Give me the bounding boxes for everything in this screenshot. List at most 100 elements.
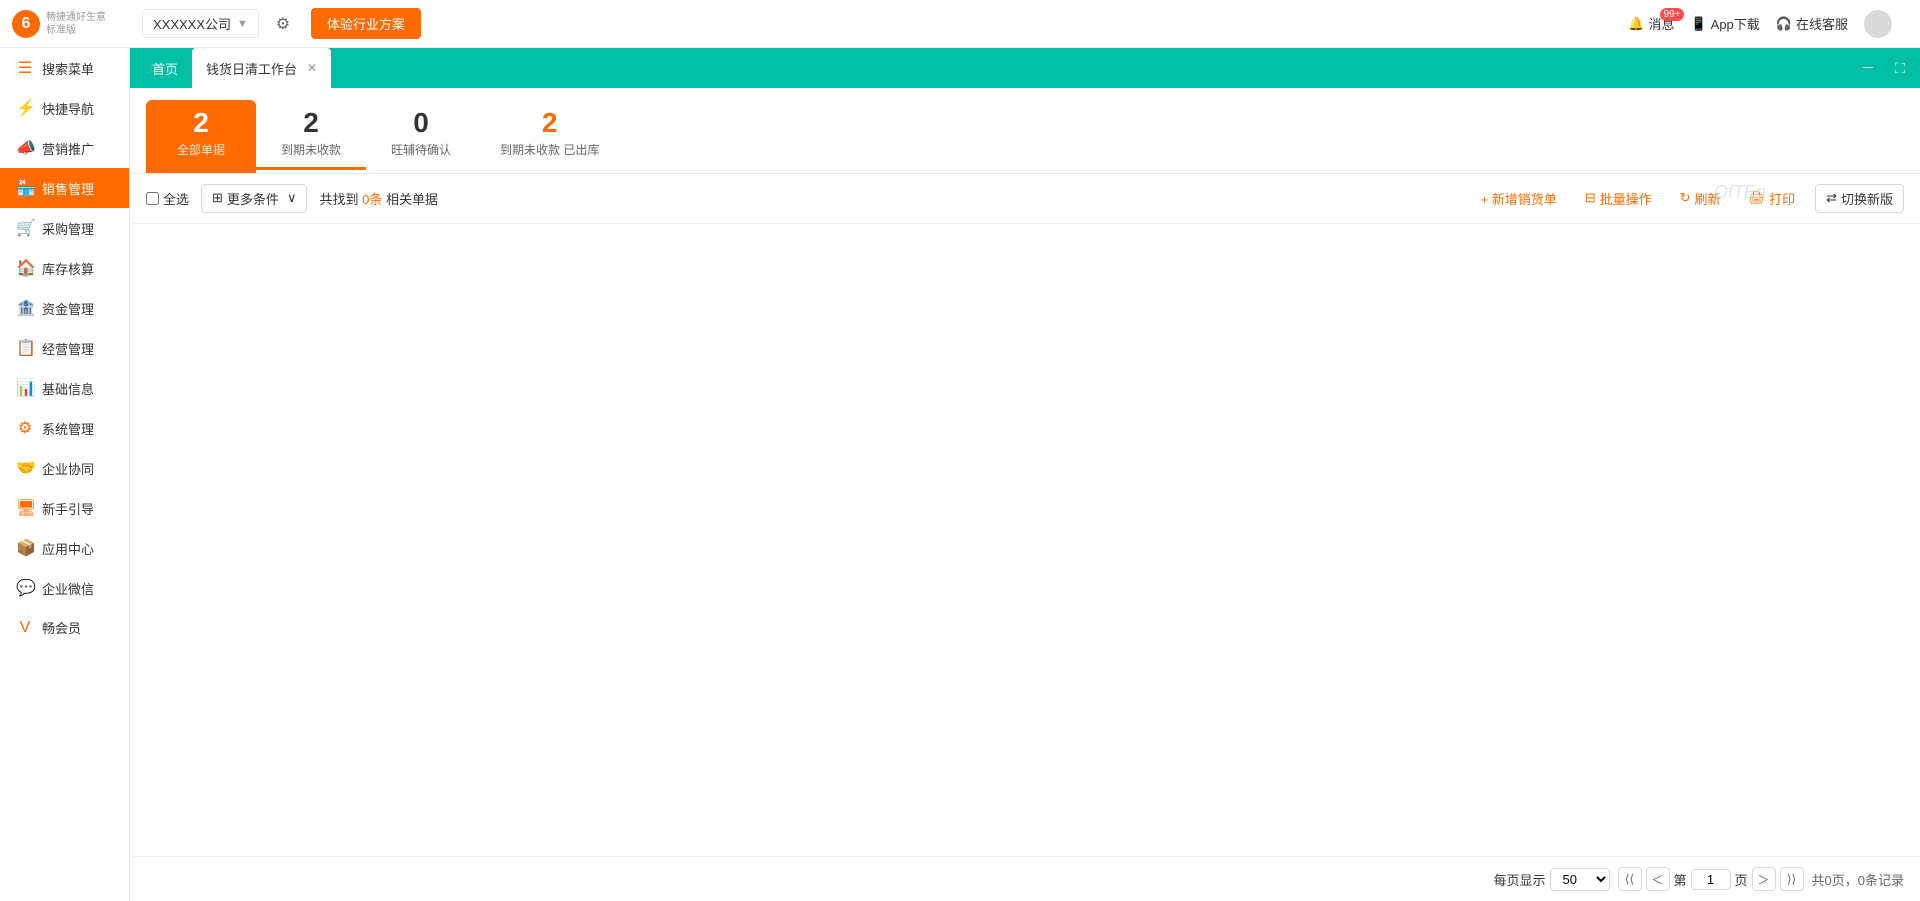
lightning-icon: ⚡ xyxy=(16,98,34,118)
found-prefix: 共找到 xyxy=(319,192,358,207)
sidebar-item-basic-info[interactable]: 📊 基础信息 xyxy=(0,368,129,408)
stats-tabs: 2 全部单据 2 到期未收款 0 旺辅待确认 2 到期未收款 已出库 xyxy=(130,88,1920,174)
bank-icon: 🏦 xyxy=(16,298,34,318)
logo-area: 6 畅捷通好生意 标准版 xyxy=(12,10,142,38)
tab-workbench[interactable]: 钱货日清工作台 ✕ xyxy=(192,48,331,88)
sidebar-item-search-menu[interactable]: ☰ 搜索菜单 xyxy=(0,48,129,88)
online-service-button[interactable]: 🎧 在线客服 xyxy=(1776,14,1848,33)
page-next-button[interactable]: ＞ xyxy=(1752,867,1776,891)
stat-tab-all[interactable]: 2 全部单据 xyxy=(146,100,256,173)
company-name: XXXXXX公司 xyxy=(153,14,231,33)
page-input[interactable] xyxy=(1691,869,1731,890)
app-download-button[interactable]: 📱 App下载 xyxy=(1690,14,1759,33)
page-size-select: 每页显示 10 20 50 100 xyxy=(1493,868,1609,891)
stat-tab-wangpu[interactable]: 0 旺辅待确认 xyxy=(366,100,476,173)
download-icon: 📱 xyxy=(1690,16,1706,32)
handshake-icon: 🤝 xyxy=(16,458,34,478)
sidebar-item-quick-nav[interactable]: ⚡ 快捷导航 xyxy=(0,88,129,128)
page-size-label: 每页显示 xyxy=(1493,870,1545,889)
sidebar-label-guide: 新手引导 xyxy=(42,499,94,518)
stat-count-overdue: 2 xyxy=(303,108,319,139)
add-order-button[interactable]: + 新增销货单 xyxy=(1472,185,1564,212)
sidebar-item-member[interactable]: V 畅会员 xyxy=(0,608,129,647)
page-last-button[interactable]: ⟩⟩ xyxy=(1780,867,1804,891)
toolbar-right: + 新增销货单 ⊟ 批量操作 ↻ 刷新 🖨 打印 ⇄ 切换新版 xyxy=(1472,184,1904,213)
found-text: 共找到 0条 相关单据 xyxy=(319,189,438,208)
report-icon: 📋 xyxy=(16,338,34,358)
content-area: 2 全部单据 2 到期未收款 0 旺辅待确认 2 到期未收款 已出库 全选 xyxy=(130,88,1920,901)
apps-icon: 📦 xyxy=(16,538,34,558)
sidebar-item-system[interactable]: ⚙ 系统管理 xyxy=(0,408,129,448)
message-button[interactable]: 🔔 消息 99+ xyxy=(1628,14,1674,33)
page-nav: ⟨⟨ ＜ 第 页 ＞ ⟩⟩ xyxy=(1618,867,1804,891)
stat-tab-overdue[interactable]: 2 到期未收款 xyxy=(256,100,366,173)
filter-icon: ⊞ xyxy=(212,190,223,206)
vip-icon: V xyxy=(16,619,34,637)
app-name: 畅捷通好生意 标准版 xyxy=(46,11,106,37)
sidebar-item-enterprise[interactable]: 🤝 企业协同 xyxy=(0,448,129,488)
print-label: 打印 xyxy=(1769,189,1795,208)
stat-label-all: 全部单据 xyxy=(177,141,225,158)
refresh-label: 刷新 xyxy=(1695,189,1721,208)
stat-count-all: 2 xyxy=(193,108,209,139)
tab-close-icon[interactable]: ✕ xyxy=(307,61,317,75)
stat-count-wangpu: 0 xyxy=(413,108,429,139)
stat-count-overdue-unshipped: 2 xyxy=(542,108,558,139)
page-first-button[interactable]: ⟨⟨ xyxy=(1618,867,1642,891)
sidebar-label-purchase: 采购管理 xyxy=(42,219,94,238)
sidebar-label-inventory: 库存核算 xyxy=(42,259,94,278)
stat-label-overdue: 到期未收款 xyxy=(281,141,341,158)
refresh-button[interactable]: ↻ 刷新 xyxy=(1672,185,1729,212)
found-count: 0条 xyxy=(362,192,382,207)
sidebar-item-sales[interactable]: 🏪 销售管理 xyxy=(0,168,129,208)
toolbar: 全选 ⊞ 更多条件 ∨ 共找到 0条 相关单据 + 新增销货单 ⊟ 批量操作 xyxy=(130,174,1920,224)
tab-maximize-icon[interactable]: ⛶ xyxy=(1888,56,1912,80)
sidebar-item-inventory[interactable]: 🏠 库存核算 xyxy=(0,248,129,288)
print-icon: 🖨 xyxy=(1749,190,1766,206)
batch-operation-button[interactable]: ⊟ 批量操作 xyxy=(1577,185,1660,212)
app-download-label: App下载 xyxy=(1711,14,1760,33)
sidebar-item-purchase[interactable]: 🛒 采购管理 xyxy=(0,208,129,248)
stat-tab-overdue-unshipped[interactable]: 2 到期未收款 已出库 xyxy=(476,100,623,173)
sidebar-item-app-center[interactable]: 📦 应用中心 xyxy=(0,528,129,568)
batch-label: 批量操作 xyxy=(1600,189,1652,208)
sidebar-label-search-menu: 搜索菜单 xyxy=(42,59,94,78)
sidebar-item-finance[interactable]: 🏦 资金管理 xyxy=(0,288,129,328)
settings-icon[interactable]: ⚙ xyxy=(267,8,299,40)
sidebar-item-operations[interactable]: 📋 经营管理 xyxy=(0,328,129,368)
sidebar-label-system: 系统管理 xyxy=(42,419,94,438)
megaphone-icon: 📣 xyxy=(16,138,34,158)
cart-icon: 🛒 xyxy=(16,218,34,238)
tab-home[interactable]: 首页 xyxy=(138,48,192,88)
sidebar-label-finance: 资金管理 xyxy=(42,299,94,318)
batch-icon: ⊟ xyxy=(1585,190,1596,206)
page-prev-button[interactable]: ＜ xyxy=(1646,867,1670,891)
sidebar-item-wechat[interactable]: 💬 企业微信 xyxy=(0,568,129,608)
sidebar-item-marketing[interactable]: 📣 营销推广 xyxy=(0,128,129,168)
switch-label: 切换新版 xyxy=(1841,189,1893,208)
company-selector[interactable]: XXXXXX公司 ▼ xyxy=(142,9,259,38)
switch-version-button[interactable]: ⇄ 切换新版 xyxy=(1815,184,1904,213)
tab-home-label: 首页 xyxy=(152,59,178,78)
page-suffix: 页 xyxy=(1735,870,1748,889)
header-right: 🔔 消息 99+ 📱 App下载 🎧 在线客服 xyxy=(1628,10,1908,38)
stat-label-wangpu: 旺辅待确认 xyxy=(391,141,451,158)
tab-workbench-label: 钱货日清工作台 xyxy=(206,59,297,78)
more-filter-button[interactable]: ⊞ 更多条件 ∨ xyxy=(201,184,307,213)
sidebar-label-basic-info: 基础信息 xyxy=(42,379,94,398)
sidebar-item-guide[interactable]: 🖥 新手引导 xyxy=(0,488,129,528)
select-all-input[interactable] xyxy=(146,192,159,205)
avatar[interactable] xyxy=(1864,10,1892,38)
tab-bar: 首页 钱货日清工作台 ✕ － ⛶ xyxy=(130,48,1920,88)
select-all-checkbox[interactable]: 全选 xyxy=(146,189,189,208)
page-label: 第 xyxy=(1674,870,1687,889)
sidebar-label-operations: 经营管理 xyxy=(42,339,94,358)
table-area xyxy=(130,224,1920,856)
total-records-text: 共0页，0条记录 xyxy=(1812,870,1904,889)
warehouse-icon: 🏠 xyxy=(16,258,34,278)
trial-button[interactable]: 体验行业方案 xyxy=(311,8,421,39)
print-button[interactable]: 🖨 打印 xyxy=(1741,185,1804,212)
tab-minimize-icon[interactable]: － xyxy=(1856,56,1880,80)
page-size-dropdown[interactable]: 10 20 50 100 xyxy=(1550,868,1610,891)
more-filter-label: 更多条件 xyxy=(227,189,279,208)
